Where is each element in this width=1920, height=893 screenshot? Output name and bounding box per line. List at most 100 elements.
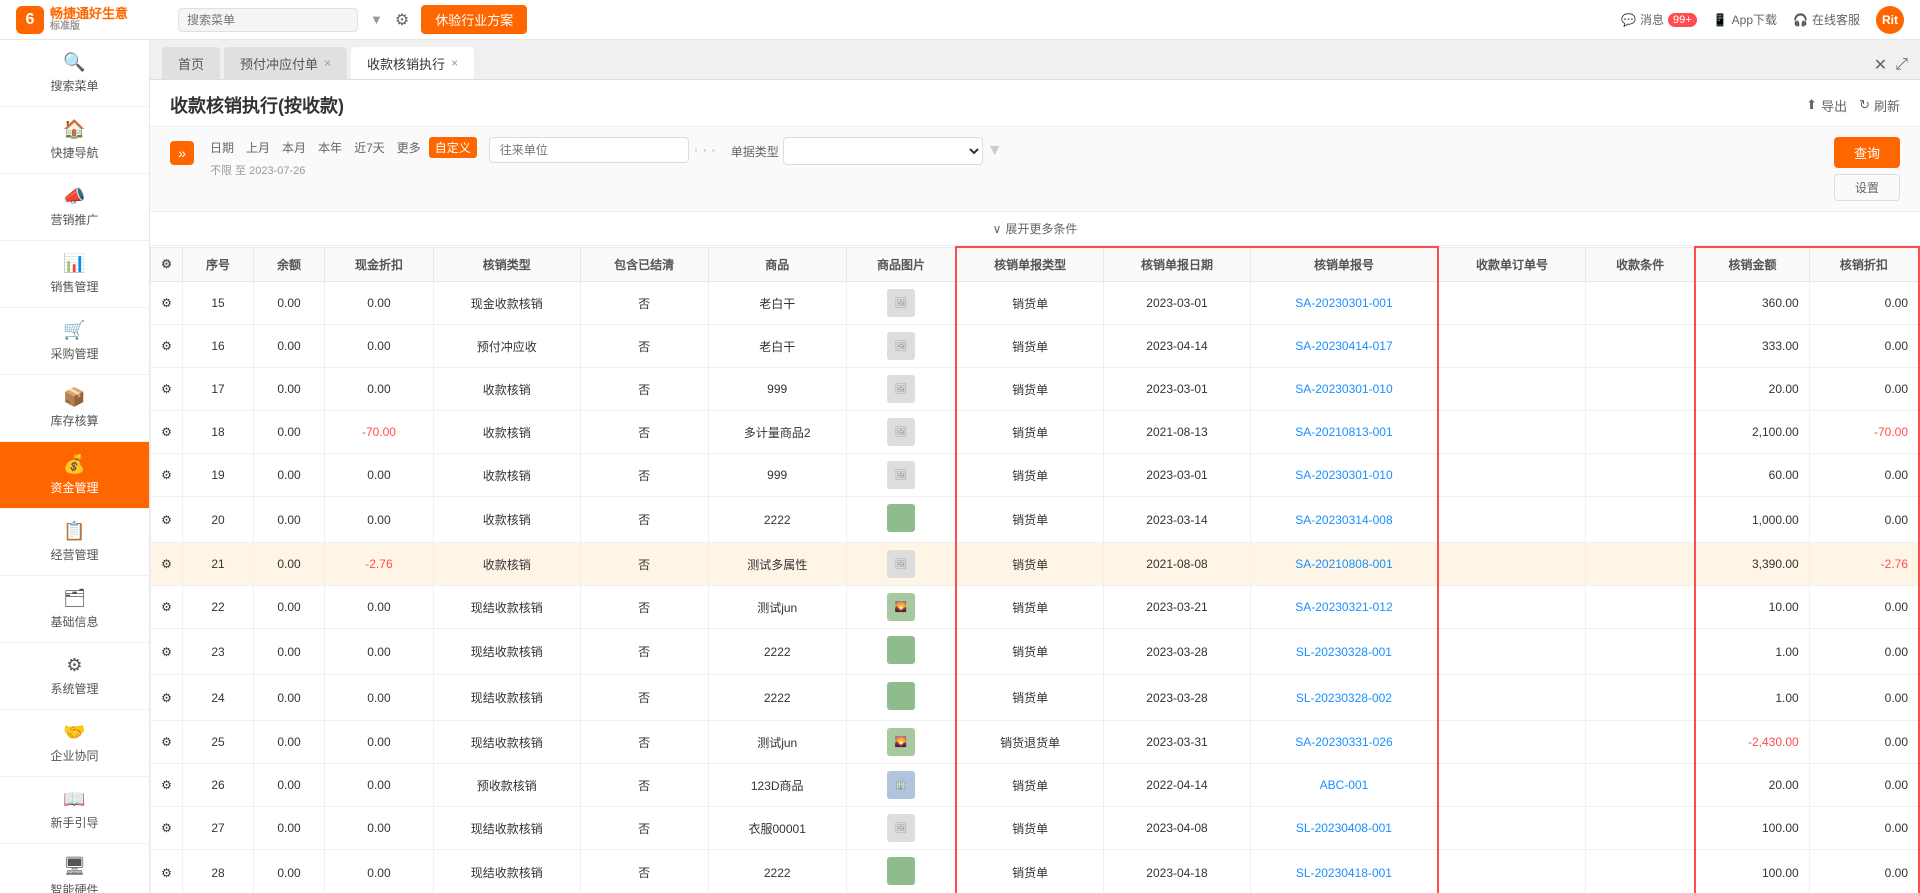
app-download-area[interactable]: 📱 App下载 xyxy=(1713,11,1777,28)
cell-settings[interactable]: ⚙ xyxy=(151,764,183,807)
col-settings[interactable]: ⚙ xyxy=(151,247,183,282)
cell-settings[interactable]: ⚙ xyxy=(151,282,183,325)
cell-settings[interactable]: ⚙ xyxy=(151,850,183,893)
cell-balance: 0.00 xyxy=(254,411,325,454)
dropdown-arrow[interactable]: ▼ xyxy=(370,12,383,27)
bill-number-link[interactable]: SA-20230414-017 xyxy=(1295,339,1392,353)
table-container[interactable]: ⚙ 序号 余额 现金折扣 核销类型 包含已结清 商品 商品图片 核销单报类型 核… xyxy=(150,246,1920,893)
sidebar-item-finance[interactable]: 💰 资金管理 xyxy=(0,442,149,509)
prev-month-btn[interactable]: 上月 xyxy=(242,137,274,158)
query-btn[interactable]: 查询 xyxy=(1834,137,1900,168)
date-filter: 日期 上月 本月 本年 近7天 更多 自定义 不限 至 2023-07-26 xyxy=(210,137,477,178)
sidebar-item-hardware[interactable]: 🖥 智能硬件 xyxy=(0,844,149,893)
cell-write-off-discount: -2.76 xyxy=(1809,543,1919,586)
cell-write-off-amount: 20.00 xyxy=(1695,368,1809,411)
cell-settings[interactable]: ⚙ xyxy=(151,807,183,850)
bill-number-link[interactable]: SA-20230301-001 xyxy=(1295,296,1392,310)
cell-collect-order-no xyxy=(1438,454,1586,497)
table-row: ⚙ 21 0.00 -2.76 收款核销 否 测试多属性 🖼 销货单 2021-… xyxy=(151,543,1920,586)
sidebar-item-enterprise[interactable]: 🤝 企业协同 xyxy=(0,710,149,777)
tab-home[interactable]: 首页 xyxy=(162,47,220,79)
cell-include-settled: 否 xyxy=(580,807,708,850)
bill-number-link[interactable]: SA-20230301-010 xyxy=(1295,468,1392,482)
cell-cash-discount: 0.00 xyxy=(325,586,434,629)
custom-btn[interactable]: 自定义 xyxy=(429,137,477,158)
tab-expand-btn[interactable]: ⤢ xyxy=(1895,56,1908,74)
expand-arrow: ∨ xyxy=(993,222,1002,236)
sidebar-item-purchase[interactable]: 🛒 采购管理 xyxy=(0,308,149,375)
cell-settings[interactable]: ⚙ xyxy=(151,675,183,721)
tab-collect-close[interactable]: × xyxy=(451,57,458,69)
refresh-btn[interactable]: ↻ 刷新 xyxy=(1859,96,1900,115)
headset-icon: 🎧 xyxy=(1793,13,1808,27)
sidebar-item-sales[interactable]: 📊 销售管理 xyxy=(0,241,149,308)
this-year-btn[interactable]: 本年 xyxy=(314,137,346,158)
online-service-area[interactable]: 🎧 在线客服 xyxy=(1793,11,1860,28)
tab-prepay[interactable]: 预付冲应付单 × xyxy=(224,47,347,79)
cell-bill-report-type: 销货单 xyxy=(956,368,1104,411)
inventory-icon: 📦 xyxy=(63,387,85,408)
bill-number-link[interactable]: SL-20230408-001 xyxy=(1296,821,1392,835)
cell-include-settled: 否 xyxy=(580,454,708,497)
bill-number-link[interactable]: ABC-001 xyxy=(1320,778,1369,792)
cell-settings[interactable]: ⚙ xyxy=(151,368,183,411)
table-row: ⚙ 20 0.00 0.00 收款核销 否 2222 销货单 2023-03-1… xyxy=(151,497,1920,543)
sidebar-item-basics[interactable]: 🗂 基础信息 xyxy=(0,576,149,643)
cell-product: 测试jun xyxy=(708,586,846,629)
this-month-btn[interactable]: 本月 xyxy=(278,137,310,158)
cell-write-off-amount: 3,390.00 xyxy=(1695,543,1809,586)
cell-settings[interactable]: ⚙ xyxy=(151,325,183,368)
cell-collect-order-no xyxy=(1438,282,1586,325)
tab-close-btn[interactable]: ✕ xyxy=(1874,55,1887,75)
cell-settings[interactable]: ⚙ xyxy=(151,454,183,497)
sidebar-item-search[interactable]: 🔍 搜索菜单 xyxy=(0,40,149,107)
bill-type-select[interactable] xyxy=(783,137,983,165)
bill-number-link[interactable]: SA-20230321-012 xyxy=(1295,600,1392,614)
cell-settings[interactable]: ⚙ xyxy=(151,497,183,543)
bill-number-link[interactable]: SA-20230314-008 xyxy=(1295,513,1392,527)
cell-product: 老白干 xyxy=(708,282,846,325)
sidebar: 🔍 搜索菜单 🏠 快捷导航 📣 营销推广 📊 销售管理 🛒 采购管理 📦 库存核… xyxy=(0,40,150,893)
from-unit-input[interactable] xyxy=(489,137,689,163)
table-row: ⚙ 27 0.00 0.00 现结收款核销 否 衣服00001 🖼 销货单 20… xyxy=(151,807,1920,850)
cell-settings[interactable]: ⚙ xyxy=(151,543,183,586)
expand-conditions-btn[interactable]: ∨ 展开更多条件 xyxy=(985,216,1086,241)
cell-settings[interactable]: ⚙ xyxy=(151,411,183,454)
product-img xyxy=(887,636,915,664)
sidebar-item-guide[interactable]: 📖 新手引导 xyxy=(0,777,149,844)
col-write-off-amount: 核销金额 xyxy=(1695,247,1809,282)
cell-no: 21 xyxy=(183,543,254,586)
cell-cash-discount: -2.76 xyxy=(325,543,434,586)
sidebar-item-inventory[interactable]: 📦 库存核算 xyxy=(0,375,149,442)
bill-number-link[interactable]: SA-20210808-001 xyxy=(1295,557,1392,571)
export-btn[interactable]: ⬆ 导出 xyxy=(1806,96,1847,115)
message-area[interactable]: 💬 消息 99+ xyxy=(1621,11,1697,28)
search-input[interactable] xyxy=(178,8,358,32)
bill-number-link[interactable]: SA-20230331-026 xyxy=(1295,735,1392,749)
cell-settings[interactable]: ⚙ xyxy=(151,629,183,675)
gear-icon[interactable]: ⚙ xyxy=(395,10,409,30)
7days-btn[interactable]: 近7天 xyxy=(350,137,389,158)
industry-btn[interactable]: 休验行业方案 xyxy=(421,5,527,34)
cell-settings[interactable]: ⚙ xyxy=(151,586,183,629)
filter-toggle-btn[interactable]: » xyxy=(170,141,194,165)
cell-settings[interactable]: ⚙ xyxy=(151,721,183,764)
bill-number-link[interactable]: SL-20230418-001 xyxy=(1296,866,1392,880)
bill-number-link[interactable]: SA-20210813-001 xyxy=(1295,425,1392,439)
bill-number-link[interactable]: SL-20230328-001 xyxy=(1296,645,1392,659)
sidebar-item-system[interactable]: ⚙ 系统管理 xyxy=(0,643,149,710)
user-avatar[interactable]: Rit xyxy=(1876,6,1904,34)
bill-number-link[interactable]: SA-20230301-010 xyxy=(1295,382,1392,396)
filter-settings-btn[interactable]: 设置 xyxy=(1834,174,1900,201)
bill-number-link[interactable]: SL-20230328-002 xyxy=(1296,691,1392,705)
sidebar-item-management[interactable]: 📋 经营管理 xyxy=(0,509,149,576)
sidebar-item-quick-nav[interactable]: 🏠 快捷导航 xyxy=(0,107,149,174)
cell-collect-condition xyxy=(1586,807,1696,850)
cell-collect-order-no xyxy=(1438,764,1586,807)
tab-prepay-close[interactable]: × xyxy=(324,57,331,69)
date-label: 日期 xyxy=(210,139,234,156)
tab-collect[interactable]: 收款核销执行 × xyxy=(351,47,474,79)
tab-actions: ✕ ⤢ xyxy=(1874,55,1908,79)
sidebar-item-marketing[interactable]: 📣 营销推广 xyxy=(0,174,149,241)
more-btn[interactable]: 更多 xyxy=(393,137,425,158)
